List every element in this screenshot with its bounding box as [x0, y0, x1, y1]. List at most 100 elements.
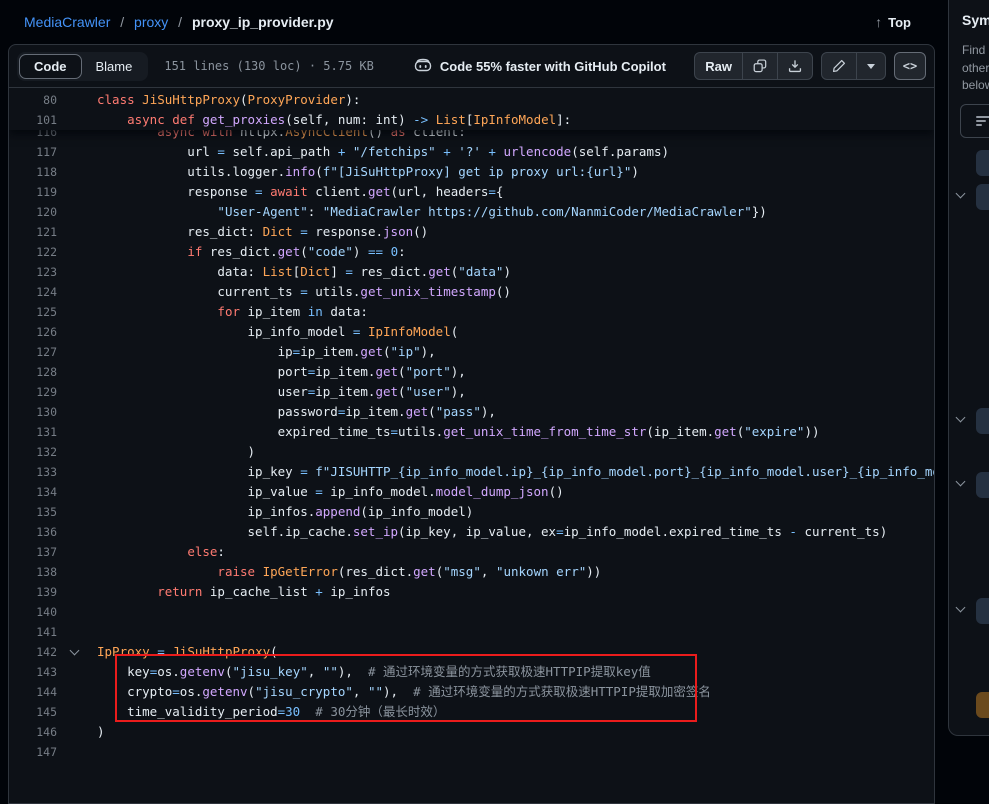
code-line: 142IpProxy = JiSuHttpProxy(: [9, 642, 934, 662]
code-text: class JiSuHttpProxy(ProxyProvider):: [97, 90, 360, 110]
code-line: 131 expired_time_ts=utils.get_unix_time_…: [9, 422, 934, 442]
line-number[interactable]: 128: [9, 365, 65, 379]
line-number[interactable]: 136: [9, 525, 65, 539]
tab-code[interactable]: Code: [19, 54, 82, 79]
edit-dropdown-button[interactable]: [857, 53, 885, 79]
file-header-bar: MediaCrawler / proxy / proxy_ip_provider…: [8, 0, 935, 44]
line-number[interactable]: 134: [9, 485, 65, 499]
code-text: res_dict: Dict = response.json(): [97, 222, 428, 242]
line-number[interactable]: 118: [9, 165, 65, 179]
code-text: raise IpGetError(res_dict.get("msg", "un…: [97, 562, 601, 582]
copy-icon: [753, 59, 767, 73]
arrow-up-icon: ↑: [875, 14, 882, 30]
line-number[interactable]: 146: [9, 725, 65, 739]
symbol-item[interactable]: [976, 472, 989, 498]
scroll-to-top-label: Top: [888, 15, 911, 30]
code-line: 136 self.ip_cache.set_ip(ip_key, ip_valu…: [9, 522, 934, 542]
collapse-chevron-icon[interactable]: [70, 646, 80, 656]
sticky-scope-lines: 80 class JiSuHttpProxy(ProxyProvider): 101…: [9, 88, 934, 130]
code-text: port=ip_item.get("port"),: [97, 362, 466, 382]
line-number[interactable]: 138: [9, 565, 65, 579]
breadcrumb-filename: proxy_ip_provider.py: [192, 14, 334, 30]
line-number[interactable]: 121: [9, 225, 65, 239]
code-line: 132 ): [9, 442, 934, 462]
symbol-item[interactable]: [976, 692, 989, 718]
line-number[interactable]: 124: [9, 285, 65, 299]
line-number[interactable]: 137: [9, 545, 65, 559]
line-number[interactable]: 147: [9, 745, 65, 759]
line-number[interactable]: 119: [9, 185, 65, 199]
symbol-item[interactable]: [976, 598, 989, 624]
line-number[interactable]: 145: [9, 705, 65, 719]
code-text: for ip_item in data:: [97, 302, 368, 322]
toolbar-actions: Raw: [694, 52, 926, 80]
chevron-down-icon[interactable]: [956, 413, 966, 423]
code-line: 117 url = self.api_path + "/fetchips" + …: [9, 142, 934, 162]
line-number[interactable]: 132: [9, 445, 65, 459]
line-number[interactable]: 126: [9, 325, 65, 339]
code-text: crypto=os.getenv("jisu_crypto", ""), # 通…: [97, 682, 711, 702]
line-number[interactable]: 122: [9, 245, 65, 259]
code-text: async def get_proxies(self, num: int) ->…: [97, 110, 571, 130]
line-number[interactable]: 139: [9, 585, 65, 599]
line-number[interactable]: 130: [9, 405, 65, 419]
chevron-down-icon[interactable]: [956, 603, 966, 613]
line-number[interactable]: 143: [9, 665, 65, 679]
symbols-panel: Sym Find other below: [948, 0, 989, 736]
scroll-to-top-button[interactable]: ↑ Top: [867, 10, 919, 34]
line-number[interactable]: 101: [9, 113, 65, 127]
code-line: 120 "User-Agent": "MediaCrawler https://…: [9, 202, 934, 222]
line-number[interactable]: 131: [9, 425, 65, 439]
symbols-filter-input[interactable]: [960, 104, 989, 138]
file-toolbar: Code Blame 151 lines (130 loc) · 5.75 KB…: [9, 45, 934, 88]
copilot-icon: [414, 58, 432, 74]
code-text: "User-Agent": "MediaCrawler https://gith…: [97, 202, 767, 222]
file-meta-info: 151 lines (130 loc) · 5.75 KB: [164, 59, 374, 73]
line-number[interactable]: 80: [9, 93, 65, 107]
code-text: password=ip_item.get("pass"),: [97, 402, 496, 422]
code-text: ip_infos.append(ip_info_model): [97, 502, 473, 522]
chevron-down-icon[interactable]: [956, 189, 966, 199]
download-button[interactable]: [778, 53, 812, 79]
line-number[interactable]: 127: [9, 345, 65, 359]
line-number[interactable]: 140: [9, 605, 65, 619]
line-number[interactable]: 135: [9, 505, 65, 519]
code-text: utils.logger.info(f"[JiSuHttpProxy] get …: [97, 162, 639, 182]
code-line: 130 password=ip_item.get("pass"),: [9, 402, 934, 422]
symbol-item[interactable]: [976, 184, 989, 210]
tab-blame[interactable]: Blame: [82, 55, 147, 78]
code-line: 144 crypto=os.getenv("jisu_crypto", ""),…: [9, 682, 934, 702]
code-text: ip=ip_item.get("ip"),: [97, 342, 436, 362]
chevron-down-icon[interactable]: [956, 477, 966, 487]
line-number[interactable]: 117: [9, 145, 65, 159]
code-line: 141: [9, 622, 934, 642]
line-number[interactable]: 120: [9, 205, 65, 219]
edit-button[interactable]: [822, 53, 857, 79]
code-line: 122 if res_dict.get("code") == 0:: [9, 242, 934, 262]
line-number[interactable]: 142: [9, 645, 65, 659]
line-number[interactable]: 144: [9, 685, 65, 699]
code-line: 147: [9, 742, 934, 762]
code-text: ip_key = f"JISUHTTP_{ip_info_model.ip}_{…: [97, 462, 934, 482]
symbols-panel-toggle-button[interactable]: <>: [894, 52, 926, 80]
code-line: 140: [9, 602, 934, 622]
code-line: 119 response = await client.get(url, hea…: [9, 182, 934, 202]
symbol-item[interactable]: [976, 150, 989, 176]
raw-button[interactable]: Raw: [695, 53, 743, 79]
symbol-item[interactable]: [976, 408, 989, 434]
code-text: key=os.getenv("jisu_key", ""), # 通过环境变量的…: [97, 662, 651, 682]
code-brackets-icon: <>: [903, 59, 917, 73]
breadcrumb-repo-link[interactable]: MediaCrawler: [24, 14, 110, 30]
line-number[interactable]: 129: [9, 385, 65, 399]
line-number[interactable]: 133: [9, 465, 65, 479]
code-text: ): [97, 442, 255, 462]
code-line: 121 res_dict: Dict = response.json(): [9, 222, 934, 242]
line-number[interactable]: 125: [9, 305, 65, 319]
breadcrumb-folder-link[interactable]: proxy: [134, 14, 168, 30]
code-line: 126 ip_info_model = IpInfoModel(: [9, 322, 934, 342]
copy-button[interactable]: [743, 53, 778, 79]
line-number[interactable]: 123: [9, 265, 65, 279]
code-line: 143 key=os.getenv("jisu_key", ""), # 通过环…: [9, 662, 934, 682]
edit-actions-group: [821, 52, 886, 80]
line-number[interactable]: 141: [9, 625, 65, 639]
